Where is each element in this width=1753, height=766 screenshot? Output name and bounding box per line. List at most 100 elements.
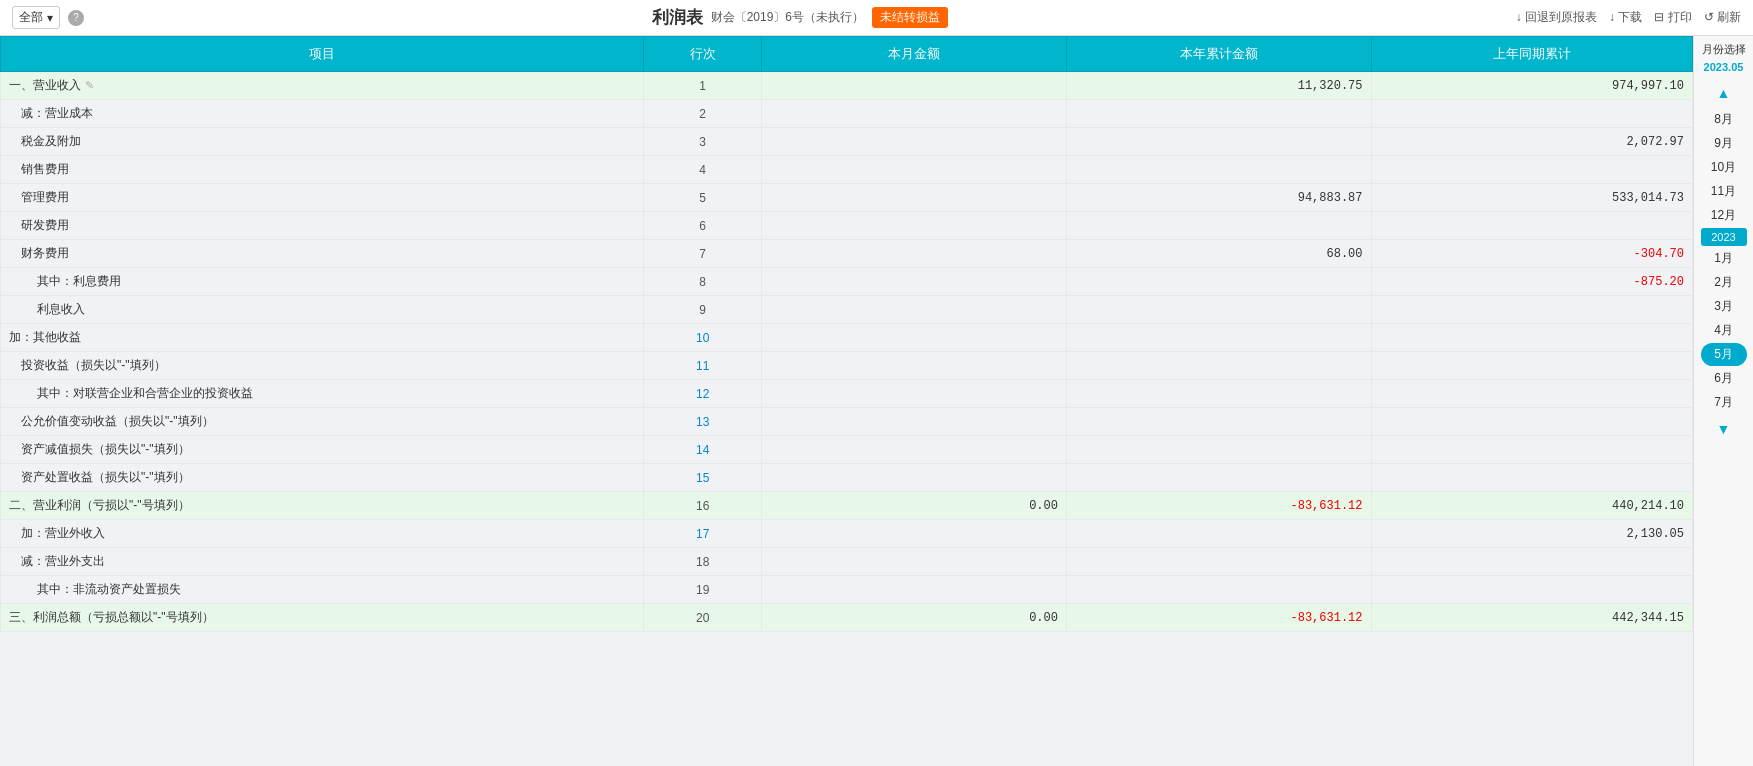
scope-label: 全部 (19, 9, 43, 26)
month-up-arrow[interactable]: ▲ (1712, 81, 1736, 105)
sidebar-month-11[interactable]: 11月 (1701, 180, 1747, 203)
top-bar: 全部 ▾ ? 利润表 财会〔2019〕6号（未执行） 未结转损益 ↓ 回退到原报… (0, 0, 1753, 36)
cell-item-1: 减：营业成本 (1, 100, 644, 128)
cell-item-0: 一、营业收入✎ (1, 72, 644, 100)
edit-icon[interactable]: ✎ (85, 79, 94, 92)
sidebar-month-1[interactable]: 1月 (1701, 247, 1747, 270)
cell-prev-18 (1371, 576, 1693, 604)
cell-ytd-3 (1066, 156, 1371, 184)
top-bar-right: ↓ 回退到原报表 ↓ 下载 ⊟ 打印 ↺ 刷新 (1516, 9, 1741, 26)
cell-item-4: 管理费用 (1, 184, 644, 212)
cell-ytd-9 (1066, 324, 1371, 352)
sidebar-month-5[interactable]: 5月 (1701, 343, 1747, 366)
cell-month-5 (762, 212, 1067, 240)
cell-ytd-5 (1066, 212, 1371, 240)
sidebar-month-8[interactable]: 8月 (1701, 108, 1747, 131)
sidebar-month-9[interactable]: 9月 (1701, 132, 1747, 155)
sidebar-month-6[interactable]: 6月 (1701, 367, 1747, 390)
month-sidebar: 月份选择 2023.05 ▲ 8月9月10月11月12月20231月2月3月4月… (1693, 36, 1753, 766)
cell-prev-9 (1371, 324, 1693, 352)
cell-month-13 (762, 436, 1067, 464)
scope-dropdown[interactable]: 全部 ▾ (12, 6, 60, 29)
cell-ytd-10 (1066, 352, 1371, 380)
sidebar-month-3[interactable]: 3月 (1701, 295, 1747, 318)
cell-prev-12 (1371, 408, 1693, 436)
cell-month-15: 0.00 (762, 492, 1067, 520)
table-row: 其中：利息费用8-875.20 (1, 268, 1693, 296)
help-icon[interactable]: ? (68, 10, 84, 26)
table-row: 税金及附加32,072.97 (1, 128, 1693, 156)
cell-ytd-11 (1066, 380, 1371, 408)
cell-prev-13 (1371, 436, 1693, 464)
cell-ytd-4: 94,883.87 (1066, 184, 1371, 212)
table-header-row: 项目 行次 本月金额 本年累计金额 上年同期累计 (1, 37, 1693, 72)
cell-rownum-6: 7 (643, 240, 761, 268)
cell-item-19: 三、利润总额（亏损总额以"-"号填列） (1, 604, 644, 632)
table-row: 管理费用594,883.87533,014.73 (1, 184, 1693, 212)
sidebar-month-12[interactable]: 12月 (1701, 204, 1747, 227)
cell-month-12 (762, 408, 1067, 436)
cell-prev-16: 2,130.05 (1371, 520, 1693, 548)
cell-rownum-9: 10 (643, 324, 761, 352)
table-row: 财务费用768.00-304.70 (1, 240, 1693, 268)
cell-item-11: 其中：对联营企业和合营企业的投资收益 (1, 380, 644, 408)
col-header-item: 项目 (1, 37, 644, 72)
cell-prev-2: 2,072.97 (1371, 128, 1693, 156)
cell-item-3: 销售费用 (1, 156, 644, 184)
status-badge[interactable]: 未结转损益 (872, 7, 948, 28)
cell-rownum-0: 1 (643, 72, 761, 100)
cell-ytd-15: -83,631.12 (1066, 492, 1371, 520)
report-subtitle: 财会〔2019〕6号（未执行） (711, 9, 864, 26)
col-header-prev: 上年同期累计 (1371, 37, 1693, 72)
cell-item-6: 财务费用 (1, 240, 644, 268)
cell-rownum-8: 9 (643, 296, 761, 324)
cell-month-3 (762, 156, 1067, 184)
cell-prev-17 (1371, 548, 1693, 576)
cell-prev-15: 440,214.10 (1371, 492, 1693, 520)
cell-prev-14 (1371, 464, 1693, 492)
chevron-down-icon: ▾ (47, 11, 53, 25)
cell-rownum-14: 15 (643, 464, 761, 492)
table-row: 二、营业利润（亏损以"-"号填列）160.00-83,631.12440,214… (1, 492, 1693, 520)
table-row: 其中：非流动资产处置损失19 (1, 576, 1693, 604)
print-button[interactable]: ⊟ 打印 (1654, 9, 1691, 26)
cell-ytd-14 (1066, 464, 1371, 492)
cell-ytd-8 (1066, 296, 1371, 324)
cell-item-16: 加：营业外收入 (1, 520, 644, 548)
download-button[interactable]: ↓ 下载 (1609, 9, 1642, 26)
month-down-arrow[interactable]: ▼ (1712, 417, 1736, 441)
refresh-button[interactable]: ↺ 刷新 (1704, 9, 1741, 26)
cell-month-10 (762, 352, 1067, 380)
sidebar-month-2[interactable]: 2月 (1701, 271, 1747, 294)
cell-item-13: 资产减值损失（损失以"-"填列） (1, 436, 644, 464)
table-area: 项目 行次 本月金额 本年累计金额 上年同期累计 一、营业收入✎111,320.… (0, 36, 1693, 766)
sidebar-month-7[interactable]: 7月 (1701, 391, 1747, 414)
cell-item-7: 其中：利息费用 (1, 268, 644, 296)
back-button[interactable]: ↓ 回退到原报表 (1516, 9, 1597, 26)
table-row: 加：营业外收入172,130.05 (1, 520, 1693, 548)
cell-item-12: 公允价值变动收益（损失以"-"填列） (1, 408, 644, 436)
cell-item-8: 利息收入 (1, 296, 644, 324)
cell-item-10: 投资收益（损失以"-"填列） (1, 352, 644, 380)
cell-prev-19: 442,344.15 (1371, 604, 1693, 632)
sidebar-month-2023[interactable]: 2023 (1701, 228, 1747, 246)
sidebar-month-10[interactable]: 10月 (1701, 156, 1747, 179)
cell-month-17 (762, 548, 1067, 576)
table-row: 公允价值变动收益（损失以"-"填列）13 (1, 408, 1693, 436)
cell-month-1 (762, 100, 1067, 128)
sidebar-title: 月份选择 (1702, 42, 1746, 57)
sidebar-month-4[interactable]: 4月 (1701, 319, 1747, 342)
sidebar-year-display: 2023.05 (1704, 61, 1744, 73)
table-row: 减：营业成本2 (1, 100, 1693, 128)
cell-rownum-17: 18 (643, 548, 761, 576)
cell-rownum-10: 11 (643, 352, 761, 380)
cell-ytd-16 (1066, 520, 1371, 548)
cell-rownum-11: 12 (643, 380, 761, 408)
col-header-ytd: 本年累计金额 (1066, 37, 1371, 72)
cell-rownum-13: 14 (643, 436, 761, 464)
table-row: 一、营业收入✎111,320.75974,997.10 (1, 72, 1693, 100)
table-row: 加：其他收益10 (1, 324, 1693, 352)
cell-prev-6: -304.70 (1371, 240, 1693, 268)
cell-month-2 (762, 128, 1067, 156)
cell-ytd-2 (1066, 128, 1371, 156)
